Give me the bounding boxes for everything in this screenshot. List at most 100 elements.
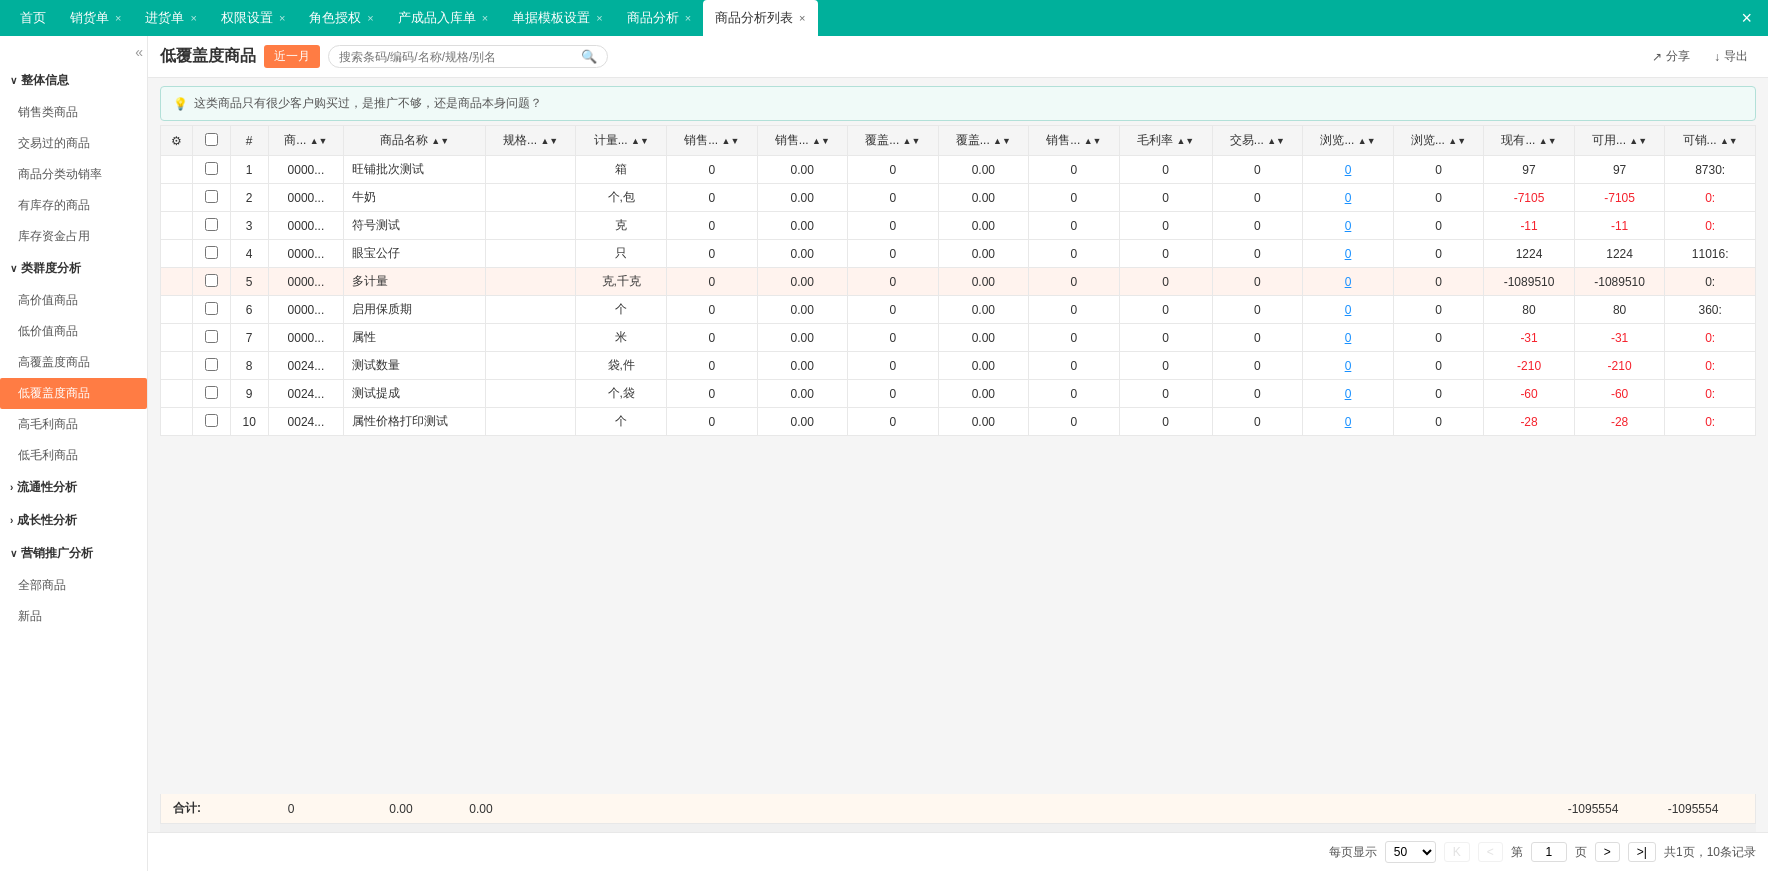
- th-coverage1[interactable]: 覆盖... ▲▼: [848, 126, 939, 156]
- td-browse1[interactable]: 0: [1303, 408, 1394, 436]
- page-last-button[interactable]: >|: [1628, 842, 1656, 862]
- td-available: 80: [1574, 296, 1665, 324]
- close-icon[interactable]: ×: [596, 12, 602, 24]
- table-row: 3 0000... 符号测试 克 0 0.00 0 0.00 0 0 0 0 0…: [161, 212, 1756, 240]
- td-checkbox[interactable]: [193, 352, 231, 380]
- sidebar-item-category-rate[interactable]: 商品分类动销率: [0, 159, 147, 190]
- window-close-button[interactable]: ×: [1733, 8, 1760, 29]
- td-browse1[interactable]: 0: [1303, 296, 1394, 324]
- sidebar-item-high-value[interactable]: 高价值商品: [0, 285, 147, 316]
- row-checkbox[interactable]: [205, 190, 218, 203]
- row-checkbox[interactable]: [205, 386, 218, 399]
- td-browse1[interactable]: 0: [1303, 268, 1394, 296]
- nav-tab-roles[interactable]: 角色授权 ×: [297, 0, 385, 36]
- sidebar-collapse-toggle[interactable]: «: [0, 36, 147, 64]
- th-available[interactable]: 可用... ▲▼: [1574, 126, 1665, 156]
- td-checkbox[interactable]: [193, 408, 231, 436]
- sidebar-section-growth[interactable]: › 成长性分析: [0, 504, 147, 537]
- td-browse1[interactable]: 0: [1303, 156, 1394, 184]
- th-spec[interactable]: 规格... ▲▼: [485, 126, 576, 156]
- td-checkbox[interactable]: [193, 324, 231, 352]
- td-checkbox[interactable]: [193, 296, 231, 324]
- th-settings[interactable]: ⚙: [161, 126, 193, 156]
- sidebar-item-high-margin[interactable]: 高毛利商品: [0, 409, 147, 440]
- close-icon[interactable]: ×: [799, 12, 805, 24]
- page-next-button[interactable]: >: [1595, 842, 1620, 862]
- sidebar-item-stock-capital[interactable]: 库存资金占用: [0, 221, 147, 252]
- th-trade[interactable]: 交易... ▲▼: [1212, 126, 1303, 156]
- td-browse1[interactable]: 0: [1303, 380, 1394, 408]
- sidebar-item-low-margin[interactable]: 低毛利商品: [0, 440, 147, 471]
- th-sales3[interactable]: 销售... ▲▼: [1029, 126, 1120, 156]
- close-icon[interactable]: ×: [279, 12, 285, 24]
- nav-tab-product-analysis-list[interactable]: 商品分析列表 ×: [703, 0, 817, 36]
- search-icon[interactable]: 🔍: [581, 49, 597, 64]
- th-current[interactable]: 现有... ▲▼: [1484, 126, 1575, 156]
- th-browse2[interactable]: 浏览... ▲▼: [1393, 126, 1484, 156]
- td-checkbox[interactable]: [193, 268, 231, 296]
- nav-tab-finished-goods[interactable]: 产成品入库单 ×: [386, 0, 500, 36]
- th-sales-amt[interactable]: 销售... ▲▼: [757, 126, 848, 156]
- row-checkbox[interactable]: [205, 414, 218, 427]
- th-saleable[interactable]: 可销... ▲▼: [1665, 126, 1756, 156]
- nav-tab-sales[interactable]: 销货单 ×: [58, 0, 133, 36]
- td-browse1[interactable]: 0: [1303, 212, 1394, 240]
- sidebar-item-low-value[interactable]: 低价值商品: [0, 316, 147, 347]
- sidebar-item-all-goods[interactable]: 全部商品: [0, 570, 147, 601]
- page-size-select[interactable]: 20 50 100: [1385, 841, 1436, 863]
- td-browse1[interactable]: 0: [1303, 324, 1394, 352]
- nav-tab-template[interactable]: 单据模板设置 ×: [500, 0, 614, 36]
- td-checkbox[interactable]: [193, 184, 231, 212]
- sidebar-section-cluster[interactable]: ∨ 类群度分析: [0, 252, 147, 285]
- row-checkbox[interactable]: [205, 246, 218, 259]
- nav-tab-home[interactable]: 首页: [8, 0, 58, 36]
- th-gross-rate[interactable]: 毛利率 ▲▼: [1119, 126, 1212, 156]
- sidebar-item-low-coverage[interactable]: 低覆盖度商品: [0, 378, 147, 409]
- share-button[interactable]: ↗ 分享: [1644, 44, 1698, 69]
- th-name[interactable]: 商品名称 ▲▼: [344, 126, 486, 156]
- td-checkbox[interactable]: [193, 240, 231, 268]
- page-prev-button[interactable]: <: [1478, 842, 1503, 862]
- th-sales-qty[interactable]: 销售... ▲▼: [666, 126, 757, 156]
- row-checkbox[interactable]: [205, 358, 218, 371]
- td-browse1[interactable]: 0: [1303, 184, 1394, 212]
- row-checkbox[interactable]: [205, 162, 218, 175]
- th-browse1[interactable]: 浏览... ▲▼: [1303, 126, 1394, 156]
- close-icon[interactable]: ×: [367, 12, 373, 24]
- th-coverage2[interactable]: 覆盖... ▲▼: [938, 126, 1029, 156]
- sidebar-item-sales-goods[interactable]: 销售类商品: [0, 97, 147, 128]
- close-icon[interactable]: ×: [482, 12, 488, 24]
- scrollbar[interactable]: [160, 824, 1756, 832]
- export-button[interactable]: ↓ 导出: [1706, 44, 1756, 69]
- sidebar-item-stock-goods[interactable]: 有库存的商品: [0, 190, 147, 221]
- sidebar-section-liquidity[interactable]: › 流通性分析: [0, 471, 147, 504]
- sidebar-section-overall[interactable]: ∨ 整体信息: [0, 64, 147, 97]
- nav-tab-product-analysis[interactable]: 商品分析 ×: [615, 0, 703, 36]
- sidebar-item-high-coverage[interactable]: 高覆盖度商品: [0, 347, 147, 378]
- search-input[interactable]: [339, 50, 581, 64]
- period-button[interactable]: 近一月: [264, 45, 320, 68]
- sidebar-item-new-goods[interactable]: 新品: [0, 601, 147, 632]
- th-code[interactable]: 商... ▲▼: [268, 126, 343, 156]
- row-checkbox[interactable]: [205, 302, 218, 315]
- sidebar-item-traded-goods[interactable]: 交易过的商品: [0, 128, 147, 159]
- row-checkbox[interactable]: [205, 330, 218, 343]
- sidebar-section-marketing[interactable]: ∨ 营销推广分析: [0, 537, 147, 570]
- select-all-checkbox[interactable]: [205, 133, 218, 146]
- page-first-button[interactable]: K: [1444, 842, 1470, 862]
- nav-tab-permissions[interactable]: 权限设置 ×: [209, 0, 297, 36]
- th-unit[interactable]: 计量... ▲▼: [576, 126, 667, 156]
- page-input[interactable]: [1531, 842, 1567, 862]
- th-checkbox[interactable]: [193, 126, 231, 156]
- td-checkbox[interactable]: [193, 156, 231, 184]
- td-browse1[interactable]: 0: [1303, 352, 1394, 380]
- row-checkbox[interactable]: [205, 274, 218, 287]
- nav-tab-purchase[interactable]: 进货单 ×: [133, 0, 208, 36]
- td-checkbox[interactable]: [193, 380, 231, 408]
- close-icon[interactable]: ×: [115, 12, 121, 24]
- close-icon[interactable]: ×: [685, 12, 691, 24]
- td-checkbox[interactable]: [193, 212, 231, 240]
- close-icon[interactable]: ×: [190, 12, 196, 24]
- td-browse1[interactable]: 0: [1303, 240, 1394, 268]
- row-checkbox[interactable]: [205, 218, 218, 231]
